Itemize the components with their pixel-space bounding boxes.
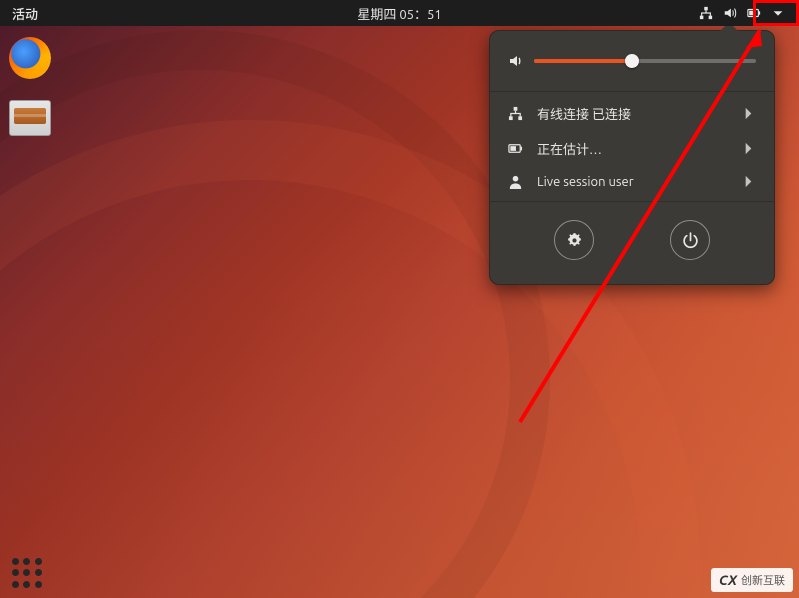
top-bar: 活动 星期四 05：51 bbox=[0, 0, 799, 26]
system-menu-popover: 有线连接 已连接 正在估计… Live session user bbox=[489, 30, 775, 285]
settings-button[interactable] bbox=[554, 220, 594, 260]
chevron-right-icon bbox=[741, 141, 756, 156]
power-button[interactable] bbox=[670, 220, 710, 260]
separator bbox=[490, 91, 774, 92]
watermark-label: 创新互联 bbox=[741, 572, 785, 588]
menu-item-network[interactable]: 有线连接 已连接 bbox=[490, 96, 774, 131]
menu-item-label: 正在估计… bbox=[537, 139, 727, 158]
firefox-launcher[interactable] bbox=[8, 36, 52, 80]
volume-slider[interactable] bbox=[534, 59, 756, 63]
volume-icon bbox=[723, 6, 737, 20]
separator bbox=[490, 201, 774, 202]
archive-icon bbox=[9, 100, 51, 136]
status-area[interactable] bbox=[695, 3, 789, 23]
menu-item-label: Live session user bbox=[537, 175, 727, 189]
menu-item-battery[interactable]: 正在估计… bbox=[490, 131, 774, 166]
battery-icon bbox=[747, 6, 761, 20]
user-icon bbox=[508, 174, 523, 189]
chevron-right-icon bbox=[741, 106, 756, 121]
volume-icon bbox=[508, 53, 524, 69]
volume-slider-thumb[interactable] bbox=[625, 54, 639, 68]
firefox-icon bbox=[9, 37, 51, 79]
clock[interactable]: 星期四 05：51 bbox=[357, 4, 441, 23]
activities-button[interactable]: 活动 bbox=[0, 4, 50, 23]
chevron-right-icon bbox=[741, 174, 756, 189]
watermark: CX 创新互联 bbox=[711, 568, 793, 592]
dock bbox=[8, 36, 52, 138]
chevron-down-icon bbox=[771, 6, 785, 20]
menu-item-label: 有线连接 已连接 bbox=[537, 104, 727, 123]
settings-icon bbox=[566, 232, 583, 249]
watermark-logo: CX bbox=[719, 572, 737, 588]
volume-slider-fill bbox=[534, 59, 632, 63]
network-wired-icon bbox=[508, 106, 523, 121]
action-row bbox=[490, 206, 774, 278]
power-icon bbox=[682, 232, 699, 249]
show-applications-button[interactable] bbox=[12, 558, 42, 588]
menu-item-user[interactable]: Live session user bbox=[490, 166, 774, 197]
network-wired-icon bbox=[699, 6, 713, 20]
archive-manager-launcher[interactable] bbox=[8, 94, 52, 138]
battery-icon bbox=[508, 141, 523, 156]
volume-row bbox=[490, 31, 774, 87]
